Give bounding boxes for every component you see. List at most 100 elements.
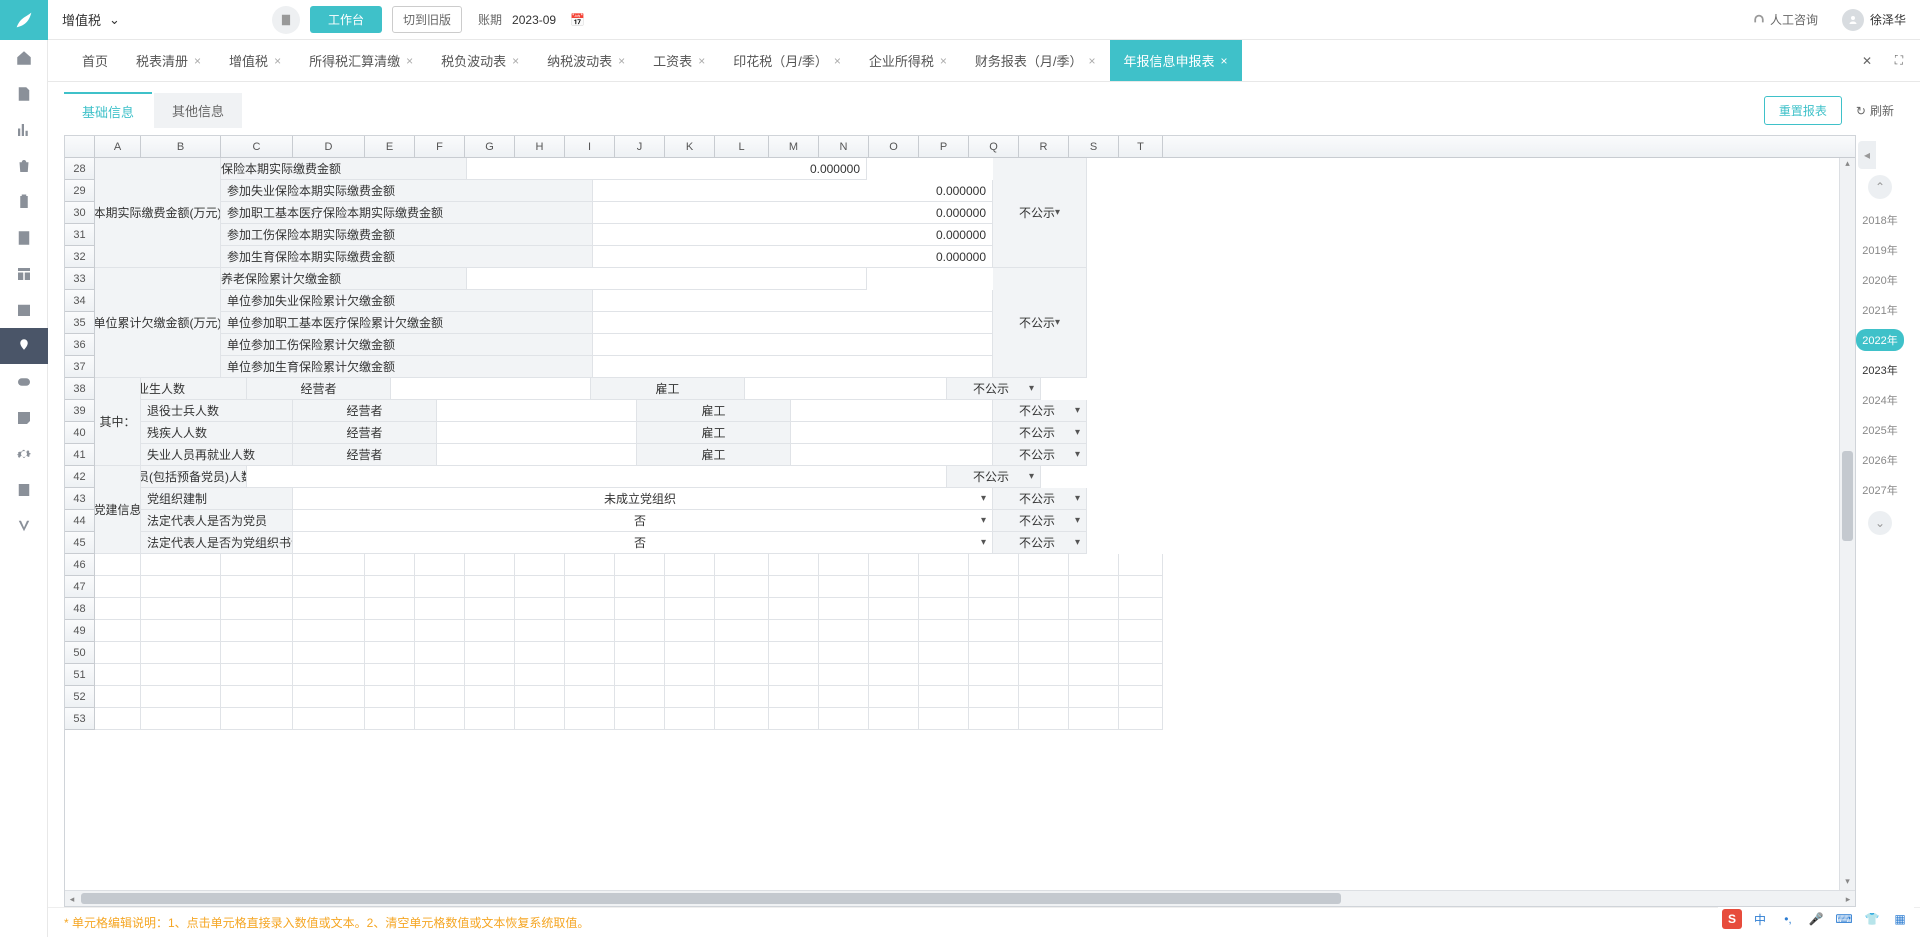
cell-Q46[interactable]	[969, 554, 1019, 576]
cell-J46[interactable]	[615, 554, 665, 576]
cell-P50[interactable]	[919, 642, 969, 664]
value-r37[interactable]	[593, 356, 993, 378]
cell-R52[interactable]	[1019, 686, 1069, 708]
cell-O49[interactable]	[869, 620, 919, 642]
cell-H47[interactable]	[515, 576, 565, 598]
cell-R49[interactable]	[1019, 620, 1069, 642]
cell-M51[interactable]	[769, 664, 819, 686]
cell-G53[interactable]	[465, 708, 515, 730]
cell-T51[interactable]	[1119, 664, 1163, 686]
cell-H46[interactable]	[515, 554, 565, 576]
row-header-29[interactable]: 29	[65, 180, 95, 202]
tab-纳税波动表[interactable]: 纳税波动表×	[533, 40, 639, 82]
row-header-40[interactable]: 40	[65, 422, 95, 444]
nav-inbox-icon[interactable]	[0, 400, 48, 436]
cell-N50[interactable]	[819, 642, 869, 664]
cell-K46[interactable]	[665, 554, 715, 576]
cell-F49[interactable]	[415, 620, 465, 642]
ime-toolbar[interactable]: S 中 •, 🎤 ⌨ 👕 ▦	[1718, 907, 1914, 931]
nav-v-icon[interactable]	[0, 508, 48, 544]
year-2021年[interactable]: 2021年	[1856, 299, 1903, 321]
row-header-50[interactable]: 50	[65, 642, 95, 664]
value-r45[interactable]: 否	[293, 532, 993, 554]
select-all-corner[interactable]	[65, 136, 95, 157]
calendar-icon[interactable]: 📅	[570, 13, 585, 27]
year-2020年[interactable]: 2020年	[1856, 269, 1903, 291]
cell-H49[interactable]	[515, 620, 565, 642]
cell-P47[interactable]	[919, 576, 969, 598]
cell-J52[interactable]	[615, 686, 665, 708]
cell-Q49[interactable]	[969, 620, 1019, 642]
app-logo[interactable]	[0, 0, 48, 40]
scroll-down-icon[interactable]: ▾	[1840, 876, 1855, 890]
cell-G51[interactable]	[465, 664, 515, 686]
cell-G49[interactable]	[465, 620, 515, 642]
cell-T49[interactable]	[1119, 620, 1163, 642]
disclose-r40[interactable]: 不公示	[993, 422, 1087, 444]
cell-N49[interactable]	[819, 620, 869, 642]
cell-F50[interactable]	[415, 642, 465, 664]
cell-S52[interactable]	[1069, 686, 1119, 708]
cell-N52[interactable]	[819, 686, 869, 708]
cell-E50[interactable]	[365, 642, 415, 664]
rail-collapse-icon[interactable]: ◂	[1858, 141, 1876, 169]
cell-R50[interactable]	[1019, 642, 1069, 664]
row-header-43[interactable]: 43	[65, 488, 95, 510]
cell-E49[interactable]	[365, 620, 415, 642]
col-header-O[interactable]: O	[869, 136, 919, 157]
cell-O46[interactable]	[869, 554, 919, 576]
ime-logo-icon[interactable]: S	[1722, 909, 1742, 929]
cell-O48[interactable]	[869, 598, 919, 620]
cell-R51[interactable]	[1019, 664, 1069, 686]
value-r30[interactable]: 0.000000	[593, 202, 993, 224]
cell-M46[interactable]	[769, 554, 819, 576]
cell-D51[interactable]	[293, 664, 365, 686]
cell-J47[interactable]	[615, 576, 665, 598]
tab-税负波动表[interactable]: 税负波动表×	[427, 40, 533, 82]
cell-I46[interactable]	[565, 554, 615, 576]
close-all-tabs-icon[interactable]: ✕	[1854, 48, 1880, 74]
nav-template-icon[interactable]	[0, 256, 48, 292]
cell-A51[interactable]	[95, 664, 141, 686]
cell-B53[interactable]	[141, 708, 221, 730]
col-header-C[interactable]: C	[221, 136, 293, 157]
cell-M48[interactable]	[769, 598, 819, 620]
ime-mic-icon[interactable]: 🎤	[1806, 909, 1826, 929]
cell-B49[interactable]	[141, 620, 221, 642]
tab-close-icon[interactable]: ×	[940, 54, 947, 68]
disclose-r42[interactable]: 不公示	[947, 466, 1041, 488]
col-header-Q[interactable]: Q	[969, 136, 1019, 157]
cell-I53[interactable]	[565, 708, 615, 730]
cell-E48[interactable]	[365, 598, 415, 620]
cell-R46[interactable]	[1019, 554, 1069, 576]
cell-D49[interactable]	[293, 620, 365, 642]
cell-L46[interactable]	[715, 554, 769, 576]
cell-N47[interactable]	[819, 576, 869, 598]
tab-close-icon[interactable]: ×	[512, 54, 519, 68]
year-2019年[interactable]: 2019年	[1856, 239, 1903, 261]
switch-old-button[interactable]: 切到旧版	[392, 6, 462, 33]
disclose-r44[interactable]: 不公示	[993, 510, 1087, 532]
cell-E46[interactable]	[365, 554, 415, 576]
value-r34[interactable]	[593, 290, 993, 312]
input-r39-1[interactable]	[437, 400, 637, 422]
cell-Q53[interactable]	[969, 708, 1019, 730]
row-header-53[interactable]: 53	[65, 708, 95, 730]
nav-clipboard-icon[interactable]	[0, 184, 48, 220]
disclose-r45[interactable]: 不公示	[993, 532, 1087, 554]
company-selector[interactable]: 增值税 ⌄	[62, 10, 262, 29]
cell-P46[interactable]	[919, 554, 969, 576]
cell-L49[interactable]	[715, 620, 769, 642]
row-header-51[interactable]: 51	[65, 664, 95, 686]
tab-close-icon[interactable]: ×	[1221, 54, 1228, 68]
cell-O50[interactable]	[869, 642, 919, 664]
cell-F46[interactable]	[415, 554, 465, 576]
cell-A48[interactable]	[95, 598, 141, 620]
cell-N48[interactable]	[819, 598, 869, 620]
cell-T53[interactable]	[1119, 708, 1163, 730]
year-2025年[interactable]: 2025年	[1856, 419, 1903, 441]
cell-R53[interactable]	[1019, 708, 1069, 730]
cell-K47[interactable]	[665, 576, 715, 598]
value-r31[interactable]: 0.000000	[593, 224, 993, 246]
cell-M49[interactable]	[769, 620, 819, 642]
